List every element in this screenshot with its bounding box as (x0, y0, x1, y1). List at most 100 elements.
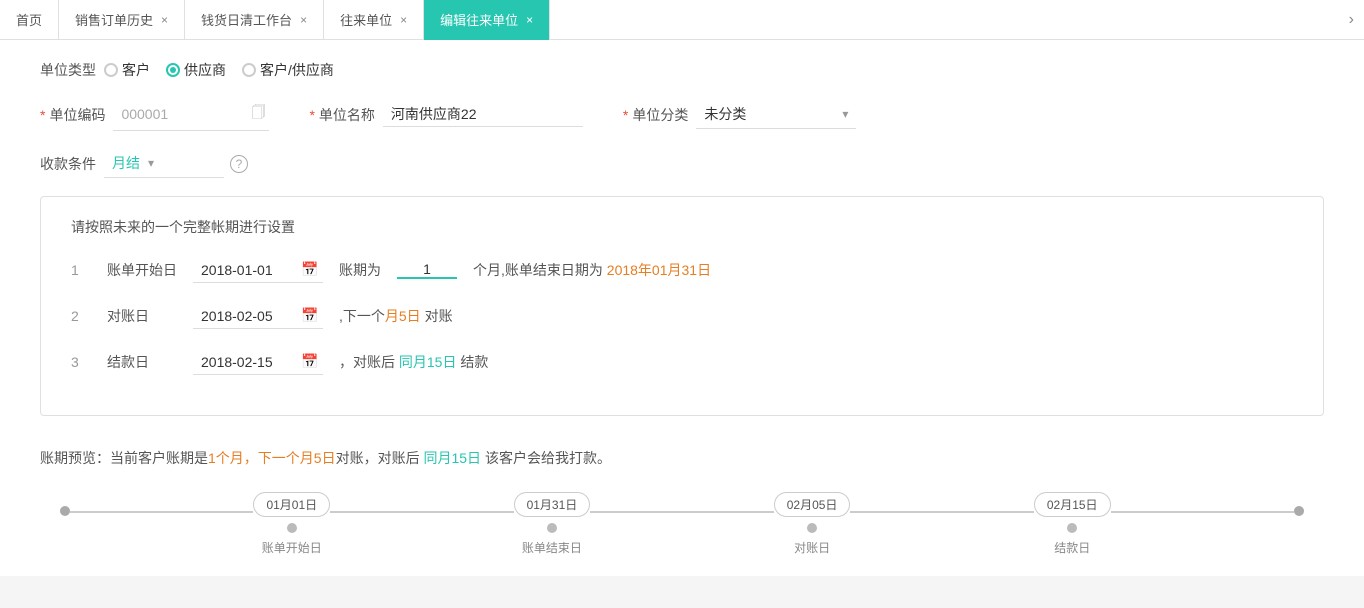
payment-highlight: 同月15日 (399, 354, 457, 370)
reconcile-date-input[interactable] (201, 308, 301, 324)
start-date-field: 📅 (193, 257, 323, 283)
period-row-1: 1 账单开始日 📅 账期为 个月,账单结束日期为 2018年01月31日 (71, 257, 1293, 283)
period-num-3: 3 (71, 354, 91, 370)
close-tab-sales-history[interactable]: × (161, 13, 168, 27)
unit-category-value: 未分类 (704, 104, 842, 124)
timeline-line-5 (1111, 511, 1294, 513)
preview-label: 账期预览：当前客户账期是 (40, 450, 208, 466)
timeline-badge-4: 02月15日 (1034, 492, 1111, 517)
period-row-2: 2 对账日 📅 ,下一个月5日 对账 (71, 303, 1293, 329)
close-tab-edit-partner[interactable]: × (526, 13, 533, 27)
timeline: 01月01日 账单开始日 01月31日 账单结束日 02月05日 (40, 492, 1324, 556)
close-tab-cash-workbench[interactable]: × (300, 13, 307, 27)
payment-terms-group: 收款条件 月结 ▾ ? (40, 149, 248, 178)
timeline-label-3: 对账日 (794, 539, 830, 556)
timeline-label-4: 结款日 (1054, 539, 1090, 556)
unit-code-input[interactable] (121, 106, 251, 122)
reconcile-date-field: 📅 (193, 303, 323, 329)
period-row3-desc: ，对账后 同月15日 结款 (339, 352, 488, 372)
copy-icon[interactable]: 🗍 (251, 102, 265, 126)
period-end-date-highlight: 2018年01月31日 (607, 262, 711, 278)
unit-name-input[interactable] (391, 106, 571, 122)
timeline-label-2: 账单结束日 (522, 539, 582, 556)
timeline-line-2 (330, 511, 513, 513)
reconcile-date-calendar-icon[interactable]: 📅 (301, 307, 318, 324)
unit-category-label: 单位分类 (632, 105, 688, 125)
payment-date-calendar-icon[interactable]: 📅 (301, 353, 318, 370)
payment-terms-arrow-icon: ▾ (148, 156, 154, 170)
preview-part4: 同月15日 (423, 450, 481, 466)
timeline-start-dot (60, 506, 70, 516)
preview-part5: 该客户会给我打款。 (485, 450, 611, 466)
unit-category-arrow-icon: ▾ (842, 107, 848, 121)
tab-partner-units[interactable]: 往来单位 × (324, 0, 424, 40)
unit-name-group: * 单位名称 (309, 102, 582, 127)
timeline-dot-1 (287, 523, 297, 533)
radio-customer[interactable]: 客户 (104, 60, 150, 80)
timeline-node-1: 01月01日 账单开始日 (253, 492, 330, 556)
tab-home[interactable]: 首页 (0, 0, 59, 40)
unit-code-input-wrapper: 🗍 (113, 98, 269, 131)
timeline-badge-3: 02月05日 (774, 492, 851, 517)
radio-supplier[interactable]: 供应商 (166, 60, 226, 80)
radio-circle-customer (104, 63, 118, 77)
unit-type-group: 单位类型 客户 供应商 客户/供应商 (40, 60, 334, 80)
period-row1-desc-prefix: 账期为 (339, 260, 381, 280)
period-num-2: 2 (71, 308, 91, 324)
period-row1-desc-suffix: 个月,账单结束日期为 2018年01月31日 (473, 260, 711, 280)
timeline-label-1: 账单开始日 (262, 539, 322, 556)
unit-category-dropdown[interactable]: 未分类 ▾ (696, 100, 856, 129)
unit-code-label: 单位编码 (49, 105, 105, 125)
month-input[interactable] (397, 261, 457, 279)
timeline-dot-start (60, 506, 70, 516)
start-date-calendar-icon[interactable]: 📅 (301, 261, 318, 278)
payment-terms-value: 月结 (112, 153, 140, 173)
timeline-line-3 (590, 511, 773, 513)
unit-type-radio-group: 客户 供应商 客户/供应商 (104, 60, 334, 80)
page-content: 单位类型 客户 供应商 客户/供应商 * 单位编码 (0, 40, 1364, 576)
unit-code-group: * 单位编码 🗍 (40, 98, 269, 131)
timeline-line-4 (850, 511, 1033, 513)
period-row2-desc: ,下一个月5日 对账 (339, 306, 453, 326)
timeline-line-1 (70, 511, 253, 513)
preview-section: 账期预览：当前客户账期是1个月，下一个月5日对账，对账后 同月15日 该客户会给… (40, 432, 1324, 556)
tabs-more-button[interactable]: › (1339, 11, 1364, 29)
timeline-node-2: 01月31日 账单结束日 (514, 492, 591, 556)
timeline-dot-4 (1067, 523, 1077, 533)
tabs-bar: 首页 销售订单历史 × 钱货日清工作台 × 往来单位 × 编辑往来单位 × › (0, 0, 1364, 40)
period-label-1: 账单开始日 (107, 260, 177, 280)
payment-terms-dropdown[interactable]: 月结 ▾ (104, 149, 224, 178)
unit-name-label: 单位名称 (319, 105, 375, 125)
timeline-dot-end (1294, 506, 1304, 516)
period-box-title: 请按照未来的一个完整帐期进行设置 (71, 217, 1293, 237)
radio-circle-customer-supplier (242, 63, 256, 77)
period-label-2: 对账日 (107, 306, 177, 326)
unit-info-row: * 单位编码 🗍 * 单位名称 * 单位分类 未分类 ▾ (40, 98, 1324, 131)
timeline-dot-3 (807, 523, 817, 533)
payment-date-input[interactable] (201, 354, 301, 370)
unit-type-row: 单位类型 客户 供应商 客户/供应商 (40, 60, 1324, 80)
tab-cash-workbench[interactable]: 钱货日清工作台 × (185, 0, 324, 40)
timeline-node-3: 02月05日 对账日 (774, 492, 851, 556)
preview-text: 账期预览：当前客户账期是1个月，下一个月5日对账，对账后 同月15日 该客户会给… (40, 448, 1324, 468)
period-num-1: 1 (71, 262, 91, 278)
timeline-badge-2: 01月31日 (514, 492, 591, 517)
timeline-end-dot (1294, 506, 1304, 516)
unit-type-label: 单位类型 (40, 60, 96, 80)
preview-part2: 下一个月5日 (258, 450, 336, 466)
payment-terms-row: 收款条件 月结 ▾ ? (40, 149, 1324, 178)
start-date-input[interactable] (201, 262, 301, 278)
tab-edit-partner[interactable]: 编辑往来单位 × (424, 0, 550, 40)
timeline-dot-2 (547, 523, 557, 533)
reconcile-highlight: 月5日 (385, 308, 421, 324)
period-label-3: 结款日 (107, 352, 177, 372)
timeline-node-4: 02月15日 结款日 (1034, 492, 1111, 556)
tab-sales-history[interactable]: 销售订单历史 × (59, 0, 185, 40)
radio-customer-supplier[interactable]: 客户/供应商 (242, 60, 334, 80)
preview-part1: 1个月， (208, 450, 258, 466)
close-tab-partner-units[interactable]: × (400, 13, 407, 27)
payment-date-field: 📅 (193, 349, 323, 375)
unit-category-group: * 单位分类 未分类 ▾ (623, 100, 856, 129)
preview-part3: 对账，对账后 (336, 450, 420, 466)
payment-terms-help-icon[interactable]: ? (230, 155, 248, 173)
